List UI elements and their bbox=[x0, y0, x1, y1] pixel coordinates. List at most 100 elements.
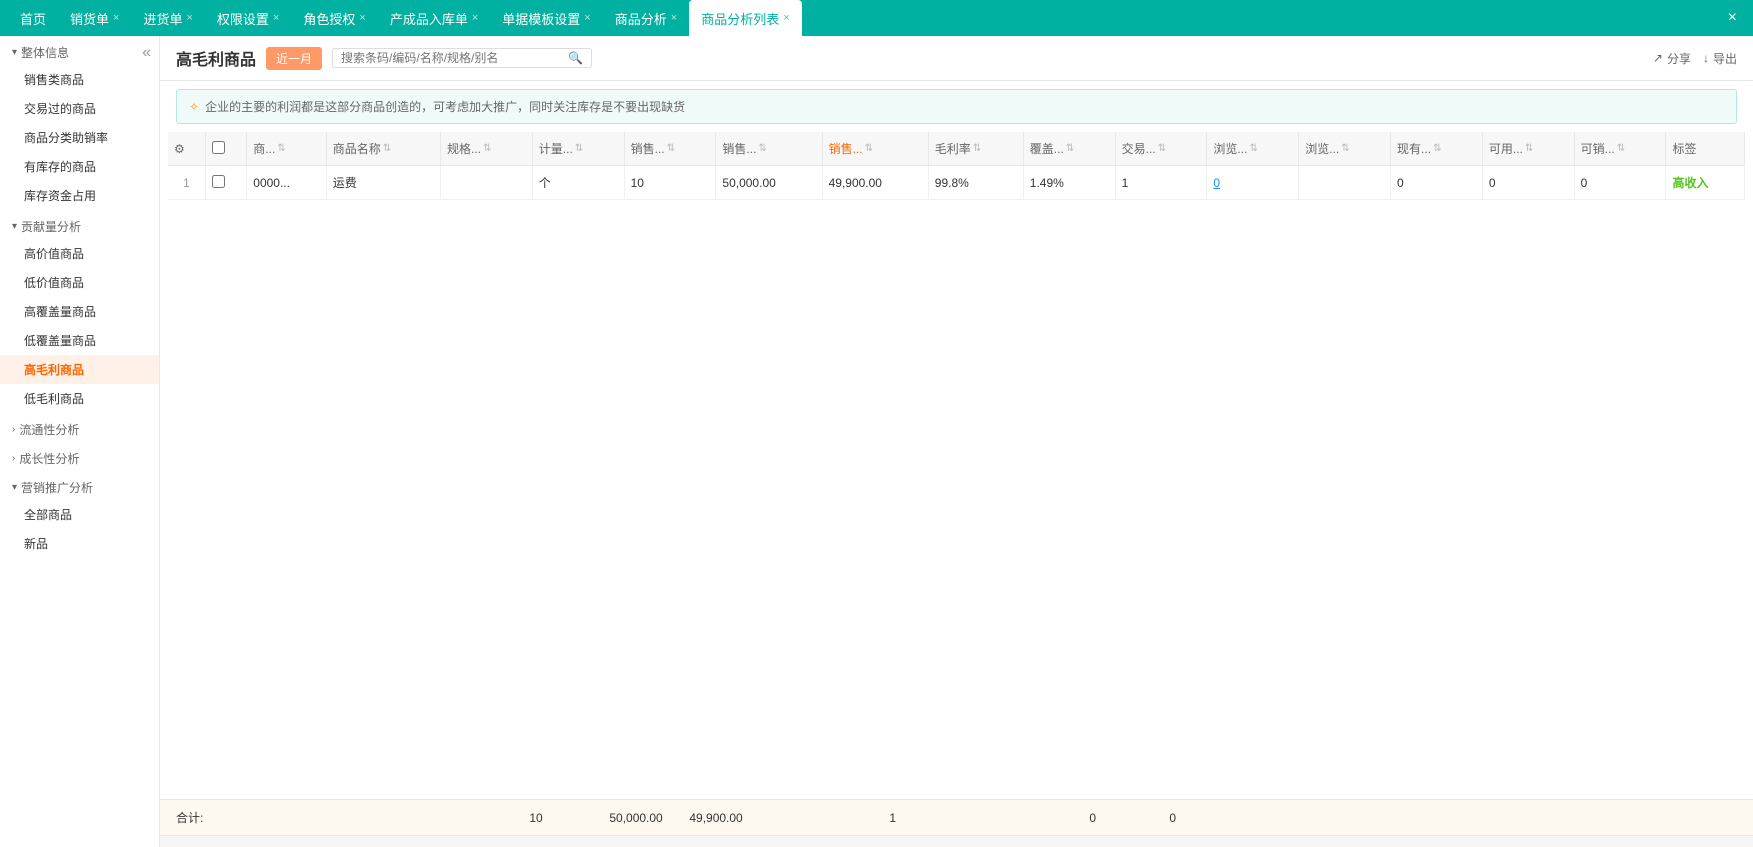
cell-code: 0000... bbox=[247, 166, 326, 200]
share-button[interactable]: ↗ 分享 bbox=[1653, 50, 1691, 67]
cell-sales-profit: 49,900.00 bbox=[822, 166, 928, 200]
sidebar-item-new-goods[interactable]: 新品 bbox=[0, 529, 159, 558]
cell-sales-qty: 10 bbox=[624, 166, 716, 200]
settings-icon[interactable]: ⚙ bbox=[174, 142, 185, 156]
sidebar-group-overall[interactable]: ▾ 整体信息 bbox=[0, 36, 159, 65]
group-title-marketing: 营销推广分析 bbox=[21, 479, 93, 496]
nav-role-auth-close[interactable]: × bbox=[359, 12, 365, 24]
group-arrow-overall: ▾ bbox=[12, 47, 17, 58]
filter-recent-month-button[interactable]: 近一月 bbox=[266, 47, 322, 70]
search-input[interactable] bbox=[341, 51, 568, 65]
sort-tx-count-icon[interactable]: ⇅ bbox=[1158, 143, 1166, 154]
export-label: 导出 bbox=[1713, 50, 1737, 67]
nav-role-auth[interactable]: 角色授权 × bbox=[291, 0, 377, 36]
sidebar-collapse-button[interactable]: « bbox=[142, 44, 151, 62]
close-all-button[interactable]: × bbox=[1720, 9, 1745, 27]
sidebar-item-high-value[interactable]: 高价值商品 bbox=[0, 239, 159, 268]
group-title-overall: 整体信息 bbox=[21, 44, 69, 61]
col-sales-profit: 销售... ⇅ bbox=[822, 132, 928, 166]
sort-saleable-icon[interactable]: ⇅ bbox=[1617, 143, 1625, 154]
sidebar-group-growth[interactable]: › 成长性分析 bbox=[0, 442, 159, 471]
nav-permission-settings-label: 权限设置 bbox=[217, 9, 269, 28]
sort-code-icon[interactable]: ⇅ bbox=[277, 143, 285, 154]
data-table: ⚙ 商... ⇅ bbox=[168, 132, 1745, 200]
info-icon: ✧ bbox=[189, 100, 199, 114]
nav-sales-order-close[interactable]: × bbox=[113, 12, 119, 24]
horizontal-scrollbar-inner[interactable] bbox=[160, 836, 1753, 847]
nav-doc-template-label: 单据模板设置 bbox=[502, 9, 580, 28]
footer-current: 0 bbox=[1083, 811, 1163, 825]
sidebar-item-high-coverage[interactable]: 高覆盖量商品 bbox=[0, 297, 159, 326]
col-unit: 计量... ⇅ bbox=[532, 132, 624, 166]
sidebar-item-high-margin[interactable]: 高毛利商品 bbox=[0, 355, 159, 384]
nav-doc-template[interactable]: 单据模板设置 × bbox=[490, 0, 602, 36]
sort-name-icon[interactable]: ⇅ bbox=[383, 143, 391, 154]
search-box[interactable]: 🔍 bbox=[332, 48, 592, 68]
sidebar-item-traded-goods[interactable]: 交易过的商品 bbox=[0, 94, 159, 123]
sort-sales-qty-icon[interactable]: ⇅ bbox=[667, 143, 675, 154]
footer-sales-profit: 49,900.00 bbox=[683, 811, 763, 825]
nav-product-analysis-list[interactable]: 商品分析列表 × bbox=[689, 0, 801, 36]
footer-spacer10 bbox=[1023, 811, 1083, 825]
export-icon: ↓ bbox=[1703, 51, 1709, 65]
col-spec: 规格... ⇅ bbox=[440, 132, 532, 166]
footer-sales-amt: 50,000.00 bbox=[603, 811, 683, 825]
sort-sales-amt-icon[interactable]: ⇅ bbox=[758, 143, 766, 154]
footer-spacer7 bbox=[763, 811, 823, 825]
nav-product-entry-close[interactable]: × bbox=[472, 12, 478, 24]
sidebar-group-marketing[interactable]: ▾ 营销推广分析 bbox=[0, 471, 159, 500]
sidebar-group-contribution[interactable]: ▾ 贡献量分析 bbox=[0, 210, 159, 239]
nav-home[interactable]: 首页 bbox=[8, 0, 58, 36]
nav-product-analysis-close[interactable]: × bbox=[671, 12, 677, 24]
sort-views2-icon[interactable]: ⇅ bbox=[1341, 143, 1349, 154]
col-tag: 标签 bbox=[1666, 132, 1745, 166]
footer-spacer8 bbox=[823, 811, 883, 825]
sidebar-item-sales-goods[interactable]: 销售类商品 bbox=[0, 65, 159, 94]
group-arrow-growth: › bbox=[12, 453, 15, 464]
nav-sales-order[interactable]: 销货单 × bbox=[58, 0, 131, 36]
sort-views1-icon[interactable]: ⇅ bbox=[1249, 143, 1257, 154]
sort-available-icon[interactable]: ⇅ bbox=[1525, 143, 1533, 154]
nav-product-entry[interactable]: 产成品入库单 × bbox=[378, 0, 490, 36]
nav-product-analysis[interactable]: 商品分析 × bbox=[603, 0, 689, 36]
export-button[interactable]: ↓ 导出 bbox=[1703, 50, 1737, 67]
sort-gross-margin-icon[interactable]: ⇅ bbox=[973, 143, 981, 154]
sidebar-item-stock-fund[interactable]: 库存资金占用 bbox=[0, 181, 159, 210]
sidebar-item-category-rate[interactable]: 商品分类助销率 bbox=[0, 123, 159, 152]
cell-views1[interactable]: 0 bbox=[1207, 166, 1299, 200]
sidebar-group-circulation[interactable]: › 流通性分析 bbox=[0, 413, 159, 442]
sort-sales-profit-icon[interactable]: ⇅ bbox=[865, 143, 873, 154]
sidebar-item-low-coverage[interactable]: 低覆盖量商品 bbox=[0, 326, 159, 355]
cell-name: 运费 bbox=[326, 166, 440, 200]
sidebar-item-in-stock[interactable]: 有库存的商品 bbox=[0, 152, 159, 181]
footer-label: 合计: bbox=[176, 809, 203, 826]
col-name: 商品名称 ⇅ bbox=[326, 132, 440, 166]
nav-doc-template-close[interactable]: × bbox=[584, 12, 590, 24]
nav-purchase-order[interactable]: 进货单 × bbox=[131, 0, 204, 36]
sort-coverage-icon[interactable]: ⇅ bbox=[1066, 143, 1074, 154]
content-area: 高毛利商品 近一月 🔍 ↗ 分享 ↓ 导出 ✧ 企业的主要的利润都是这部分商品创… bbox=[160, 36, 1753, 847]
nav-permission-settings-close[interactable]: × bbox=[273, 12, 279, 24]
sidebar-item-all-goods[interactable]: 全部商品 bbox=[0, 500, 159, 529]
sort-unit-icon[interactable]: ⇅ bbox=[575, 143, 583, 154]
footer-sales-qty: 10 bbox=[523, 811, 603, 825]
nav-permission-settings[interactable]: 权限设置 × bbox=[205, 0, 291, 36]
nav-product-analysis-list-close[interactable]: × bbox=[783, 12, 789, 24]
search-icon[interactable]: 🔍 bbox=[568, 51, 583, 65]
sidebar-item-low-margin[interactable]: 低毛利商品 bbox=[0, 384, 159, 413]
row-checkbox[interactable] bbox=[212, 175, 225, 188]
info-text: 企业的主要的利润都是这部分商品创造的，可考虑加大推广，同时关注库存是不要出现缺货 bbox=[205, 98, 685, 115]
table-container: ⚙ 商... ⇅ bbox=[160, 132, 1753, 799]
sort-current-icon[interactable]: ⇅ bbox=[1433, 143, 1441, 154]
sort-spec-icon[interactable]: ⇅ bbox=[483, 143, 491, 154]
header-actions: ↗ 分享 ↓ 导出 bbox=[1653, 50, 1737, 67]
cell-checkbox[interactable] bbox=[205, 166, 247, 200]
nav-product-analysis-list-label: 商品分析列表 bbox=[701, 9, 779, 28]
cell-saleable: 0 bbox=[1574, 166, 1666, 200]
sidebar-item-low-value[interactable]: 低价值商品 bbox=[0, 268, 159, 297]
nav-purchase-order-close[interactable]: × bbox=[186, 12, 192, 24]
col-code: 商... ⇅ bbox=[247, 132, 326, 166]
horizontal-scrollbar[interactable] bbox=[160, 835, 1753, 847]
select-all-checkbox[interactable] bbox=[212, 141, 225, 154]
nav-sales-order-label: 销货单 bbox=[70, 9, 109, 28]
